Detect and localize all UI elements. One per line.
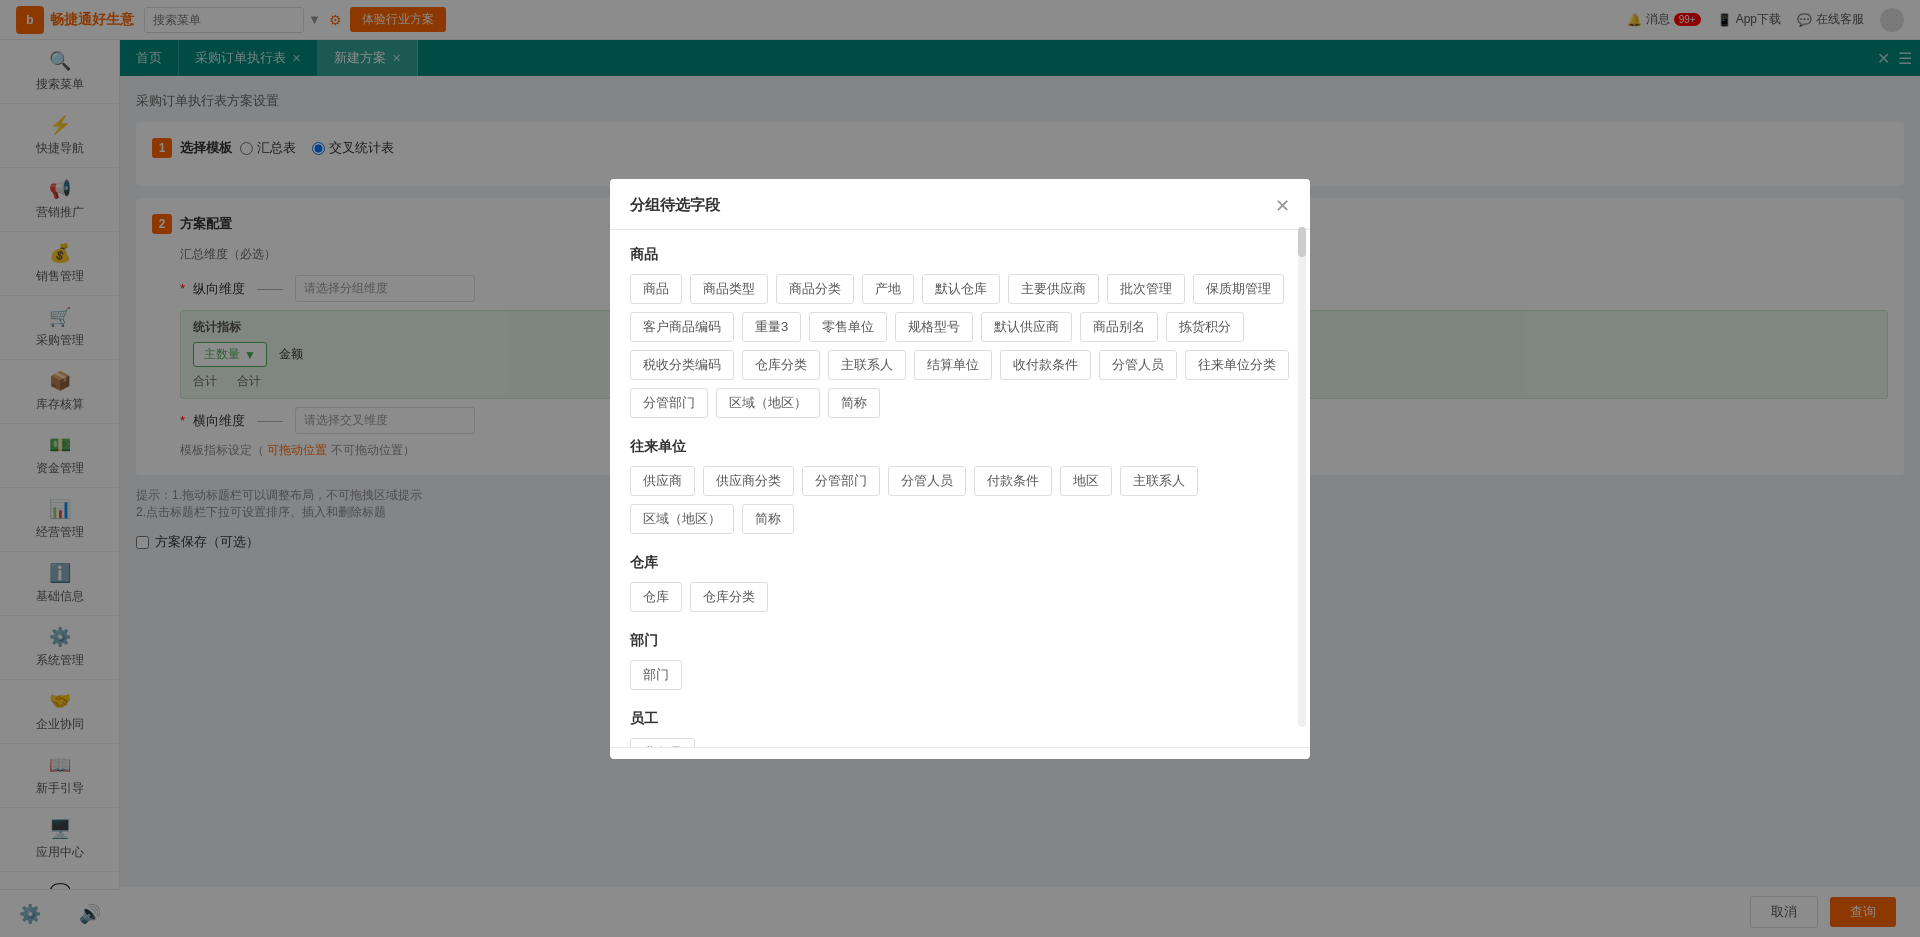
group-partner-tags: 供应商 供应商分类 分管部门 分管人员 付款条件 地区 主联系人 区域（地区） … xyxy=(630,466,1290,534)
field-tag-warehouse[interactable]: 仓库 xyxy=(630,582,682,612)
modal-header: 分组待选字段 ✕ xyxy=(610,179,1310,230)
modal-title: 分组待选字段 xyxy=(630,196,720,215)
group-partner-title: 往来单位 xyxy=(630,438,1290,456)
group-employee: 员工 业务员 xyxy=(630,710,1290,747)
field-tag-pick-points[interactable]: 拣货积分 xyxy=(1166,312,1244,342)
group-warehouse-tags: 仓库 仓库分类 xyxy=(630,582,1290,612)
field-tag-product-category[interactable]: 商品分类 xyxy=(776,274,854,304)
group-product-tags: 商品 商品类型 商品分类 产地 默认仓库 主要供应商 批次管理 保质期管理 客户… xyxy=(630,274,1290,418)
group-dept-title: 部门 xyxy=(630,632,1290,650)
field-tag-spec-model[interactable]: 规格型号 xyxy=(895,312,973,342)
field-tag-partner-contact[interactable]: 主联系人 xyxy=(1120,466,1198,496)
field-tag-payment-terms[interactable]: 收付款条件 xyxy=(1000,350,1091,380)
field-tag-partner-category[interactable]: 往来单位分类 xyxy=(1185,350,1289,380)
field-tag-main-supplier[interactable]: 主要供应商 xyxy=(1008,274,1099,304)
field-tag-main-contact[interactable]: 主联系人 xyxy=(828,350,906,380)
field-tag-short-name[interactable]: 简称 xyxy=(828,388,880,418)
field-tag-product-type[interactable]: 商品类型 xyxy=(690,274,768,304)
modal-close-button[interactable]: ✕ xyxy=(1275,195,1290,217)
field-tag-default-supplier[interactable]: 默认供应商 xyxy=(981,312,1072,342)
field-tag-settlement-unit[interactable]: 结算单位 xyxy=(914,350,992,380)
field-select-modal: 分组待选字段 ✕ 商品 商品 商品类型 商品分类 产地 默认仓库 主要供应商 批… xyxy=(610,179,1310,759)
modal-vscroll-track xyxy=(1298,227,1306,727)
field-tag-expiry-mgmt[interactable]: 保质期管理 xyxy=(1193,274,1284,304)
field-tag-product[interactable]: 商品 xyxy=(630,274,682,304)
field-tag-warehouse-category[interactable]: 仓库分类 xyxy=(742,350,820,380)
group-dept-tags: 部门 xyxy=(630,660,1290,690)
field-tag-manager[interactable]: 分管人员 xyxy=(1099,350,1177,380)
group-warehouse-title: 仓库 xyxy=(630,554,1290,572)
field-tag-partner-region[interactable]: 区域（地区） xyxy=(630,504,734,534)
field-tag-partner-dept[interactable]: 分管部门 xyxy=(802,466,880,496)
modal-body[interactable]: 商品 商品 商品类型 商品分类 产地 默认仓库 主要供应商 批次管理 保质期管理… xyxy=(610,230,1310,747)
modal-vscroll-thumb[interactable] xyxy=(1298,227,1306,257)
field-tag-partner-short-name[interactable]: 简称 xyxy=(742,504,794,534)
group-employee-title: 员工 xyxy=(630,710,1290,728)
field-tag-dept[interactable]: 分管部门 xyxy=(630,388,708,418)
field-tag-batch-mgmt[interactable]: 批次管理 xyxy=(1107,274,1185,304)
field-tag-partner-manager[interactable]: 分管人员 xyxy=(888,466,966,496)
field-tag-origin[interactable]: 产地 xyxy=(862,274,914,304)
field-tag-supplier[interactable]: 供应商 xyxy=(630,466,695,496)
field-tag-region[interactable]: 区域（地区） xyxy=(716,388,820,418)
field-tag-default-warehouse[interactable]: 默认仓库 xyxy=(922,274,1000,304)
field-tag-warehouse-cat[interactable]: 仓库分类 xyxy=(690,582,768,612)
group-product-title: 商品 xyxy=(630,246,1290,264)
field-tag-product-alias[interactable]: 商品别名 xyxy=(1080,312,1158,342)
group-warehouse: 仓库 仓库 仓库分类 xyxy=(630,554,1290,612)
field-tag-tax-code[interactable]: 税收分类编码 xyxy=(630,350,734,380)
field-tag-pay-terms[interactable]: 付款条件 xyxy=(974,466,1052,496)
modal-hscroll[interactable] xyxy=(610,747,1310,759)
group-dept: 部门 部门 xyxy=(630,632,1290,690)
modal-overlay: 分组待选字段 ✕ 商品 商品 商品类型 商品分类 产地 默认仓库 主要供应商 批… xyxy=(0,0,1920,937)
field-tag-department[interactable]: 部门 xyxy=(630,660,682,690)
field-tag-retail-unit[interactable]: 零售单位 xyxy=(809,312,887,342)
group-product: 商品 商品 商品类型 商品分类 产地 默认仓库 主要供应商 批次管理 保质期管理… xyxy=(630,246,1290,418)
field-tag-salesperson[interactable]: 业务员 xyxy=(630,738,695,747)
field-tag-supplier-category[interactable]: 供应商分类 xyxy=(703,466,794,496)
field-tag-area[interactable]: 地区 xyxy=(1060,466,1112,496)
group-employee-tags: 业务员 xyxy=(630,738,1290,747)
group-partner: 往来单位 供应商 供应商分类 分管部门 分管人员 付款条件 地区 主联系人 区域… xyxy=(630,438,1290,534)
field-tag-customer-code[interactable]: 客户商品编码 xyxy=(630,312,734,342)
field-tag-weight3[interactable]: 重量3 xyxy=(742,312,801,342)
